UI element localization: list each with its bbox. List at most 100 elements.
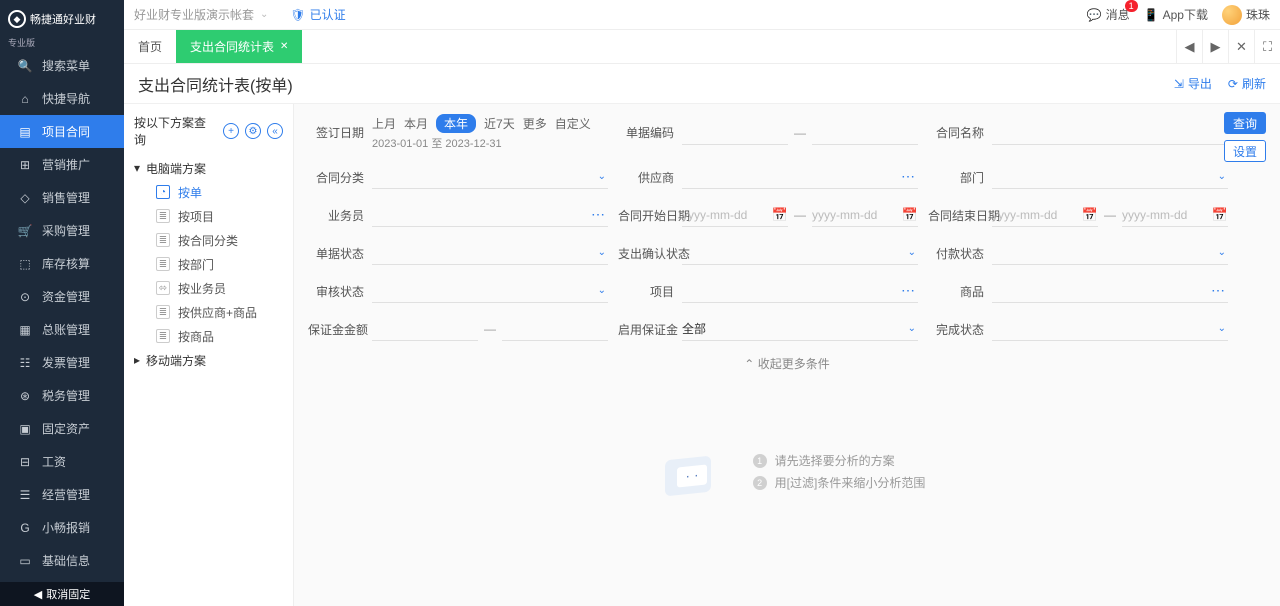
tenant-select[interactable]: 好业财专业版演示帐套 ⌄ (134, 6, 268, 23)
home-icon: ⌂ (18, 92, 32, 106)
nav-tax[interactable]: ⊛税务管理 (0, 379, 124, 412)
caret-right-icon: ▸ (134, 353, 140, 367)
contract-name-input[interactable] (992, 121, 1228, 145)
doc-icon: ▤ (18, 125, 32, 139)
scheme-desktop[interactable]: ▾电脑端方案 (124, 156, 293, 180)
deposit-from[interactable] (372, 317, 478, 341)
nav-label: 营销推广 (42, 156, 90, 173)
scheme-item-3[interactable]: ≣按部门 (124, 252, 293, 276)
close-icon[interactable]: ✕ (280, 41, 288, 52)
tab-prev[interactable]: ◀ (1176, 30, 1202, 63)
range-more[interactable]: 更多 (523, 115, 547, 132)
scheme-item-5[interactable]: ≣按供应商+商品 (124, 300, 293, 324)
export-button[interactable]: ⇲导出 (1174, 75, 1212, 92)
dept-select[interactable]: ⌄ (992, 165, 1228, 189)
audit-status-select[interactable]: ⌄ (372, 279, 608, 303)
scheme-item-6[interactable]: ≣按商品 (124, 324, 293, 348)
range-custom[interactable]: 自定义 (555, 115, 591, 132)
doc-no-from[interactable] (682, 121, 788, 145)
confirm-status-select[interactable]: ⌄ (682, 241, 918, 265)
deposit-to[interactable] (502, 317, 608, 341)
nav-salary[interactable]: ⊟工资 (0, 445, 124, 478)
logo: ◆ 畅捷通好业财 (0, 0, 124, 38)
nav-search[interactable]: 🔍搜索菜单 (0, 49, 124, 82)
nav-invoice[interactable]: ☷发票管理 (0, 346, 124, 379)
scheme-item-label: 按单 (178, 184, 202, 201)
asset-icon: ▣ (18, 422, 32, 436)
nav-basic[interactable]: ▭基础信息 (0, 544, 124, 577)
pay-status-select[interactable]: ⌄ (992, 241, 1228, 265)
collapse-panel-button[interactable]: « (267, 123, 283, 139)
range-this-year[interactable]: 本年 (436, 114, 476, 133)
refresh-button[interactable]: ⟳刷新 (1228, 75, 1266, 92)
unpin-button[interactable]: ◀取消固定 (0, 582, 124, 606)
end-date-to[interactable]: yyyy-mm-dd📅 (1122, 203, 1228, 227)
nav-quick[interactable]: ⌂快捷导航 (0, 82, 124, 115)
query-button[interactable]: 查询 (1224, 112, 1266, 134)
start-date-from[interactable]: yyyy-mm-dd📅 (682, 203, 788, 227)
settings-button[interactable]: 设置 (1224, 140, 1266, 162)
scheme-mobile[interactable]: ▸移动端方案 (124, 348, 293, 372)
contract-cat-select[interactable]: ⌄ (372, 165, 608, 189)
nav-inventory[interactable]: ⬚库存核算 (0, 247, 124, 280)
scheme-item-2[interactable]: ≣按合同分类 (124, 228, 293, 252)
messages-button[interactable]: 💬 消息 1 (1087, 6, 1130, 23)
search-icon: 🔍 (18, 59, 32, 73)
nav-label: 库存核算 (42, 255, 90, 272)
doc-status-select[interactable]: ⌄ (372, 241, 608, 265)
chevron-down-icon: ⌄ (908, 323, 916, 334)
nav-label: 小畅报销 (42, 519, 90, 536)
scheme-settings-button[interactable]: ⚙ (245, 123, 261, 139)
range-last-month[interactable]: 上月 (372, 115, 396, 132)
finish-status-select[interactable]: ⌄ (992, 317, 1228, 341)
scheme-group-label: 电脑端方案 (146, 160, 206, 177)
refresh-icon: ⟳ (1228, 77, 1238, 91)
messages-badge: 1 (1125, 0, 1138, 12)
add-scheme-button[interactable]: + (223, 123, 239, 139)
tree-icon: ≣ (156, 233, 170, 247)
chevron-down-icon: ⌄ (598, 247, 606, 258)
step-1-badge: 1 (753, 454, 767, 468)
nav-marketing[interactable]: ⊞营销推广 (0, 148, 124, 181)
label-salesman: 业务员 (308, 207, 372, 224)
placeholder: yyyy-mm-dd (682, 208, 747, 222)
nav-project-contract[interactable]: ▤项目合同 (0, 115, 124, 148)
chevron-down-icon: ⌄ (598, 285, 606, 296)
doc-no-to[interactable] (812, 121, 918, 145)
app-download-label: App下载 (1163, 6, 1208, 23)
scheme-item-1[interactable]: ≣按项目 (124, 204, 293, 228)
nav-label: 销售管理 (42, 189, 90, 206)
nav-funds[interactable]: ⊙资金管理 (0, 280, 124, 313)
start-date-to[interactable]: yyyy-mm-dd📅 (812, 203, 918, 227)
label-deposit: 保证金金额 (308, 321, 372, 338)
user-menu[interactable]: 珠珠 (1222, 5, 1270, 25)
nav-ledger[interactable]: ▦总账管理 (0, 313, 124, 346)
label-doc-no: 单据编码 (618, 124, 682, 141)
salesman-picker[interactable]: ⋯ (372, 203, 608, 227)
project-picker[interactable]: ⋯ (682, 279, 918, 303)
label-finish-status: 完成状态 (928, 321, 992, 338)
scheme-item-0[interactable]: ◔按单 (124, 180, 293, 204)
app-download-button[interactable]: 📱 App下载 (1144, 6, 1208, 23)
nav-reimburse[interactable]: G小畅报销 (0, 511, 124, 544)
nav-operation[interactable]: ☰经营管理 (0, 478, 124, 511)
goods-picker[interactable]: ⋯ (992, 279, 1228, 303)
fullscreen-button[interactable]: ⛶ (1254, 30, 1280, 63)
nav-assets[interactable]: ▣固定资产 (0, 412, 124, 445)
scheme-item-label: 按业务员 (178, 280, 226, 297)
deposit-on-select[interactable]: 全部⌄ (682, 317, 918, 341)
scheme-item-4[interactable]: ⬄按业务员 (124, 276, 293, 300)
tab-contract-report[interactable]: 支出合同统计表 ✕ (176, 30, 302, 63)
tab-home[interactable]: 首页 (124, 30, 176, 63)
range-7days[interactable]: 近7天 (484, 115, 515, 132)
collapse-filters[interactable]: ⌃ 收起更多条件 (308, 355, 1266, 372)
tab-next[interactable]: ▶ (1202, 30, 1228, 63)
collapse-icon: ⌃ (744, 357, 754, 371)
nav-sales[interactable]: ◇销售管理 (0, 181, 124, 214)
page-header: 支出合同统计表(按单) ⇲导出 ⟳刷新 (124, 64, 1280, 104)
tab-close-all[interactable]: ✕ (1228, 30, 1254, 63)
end-date-from[interactable]: yyyy-mm-dd📅 (992, 203, 1098, 227)
range-this-month[interactable]: 本月 (404, 115, 428, 132)
supplier-picker[interactable]: ⋯ (682, 165, 918, 189)
nav-purchase[interactable]: 🛒采购管理 (0, 214, 124, 247)
